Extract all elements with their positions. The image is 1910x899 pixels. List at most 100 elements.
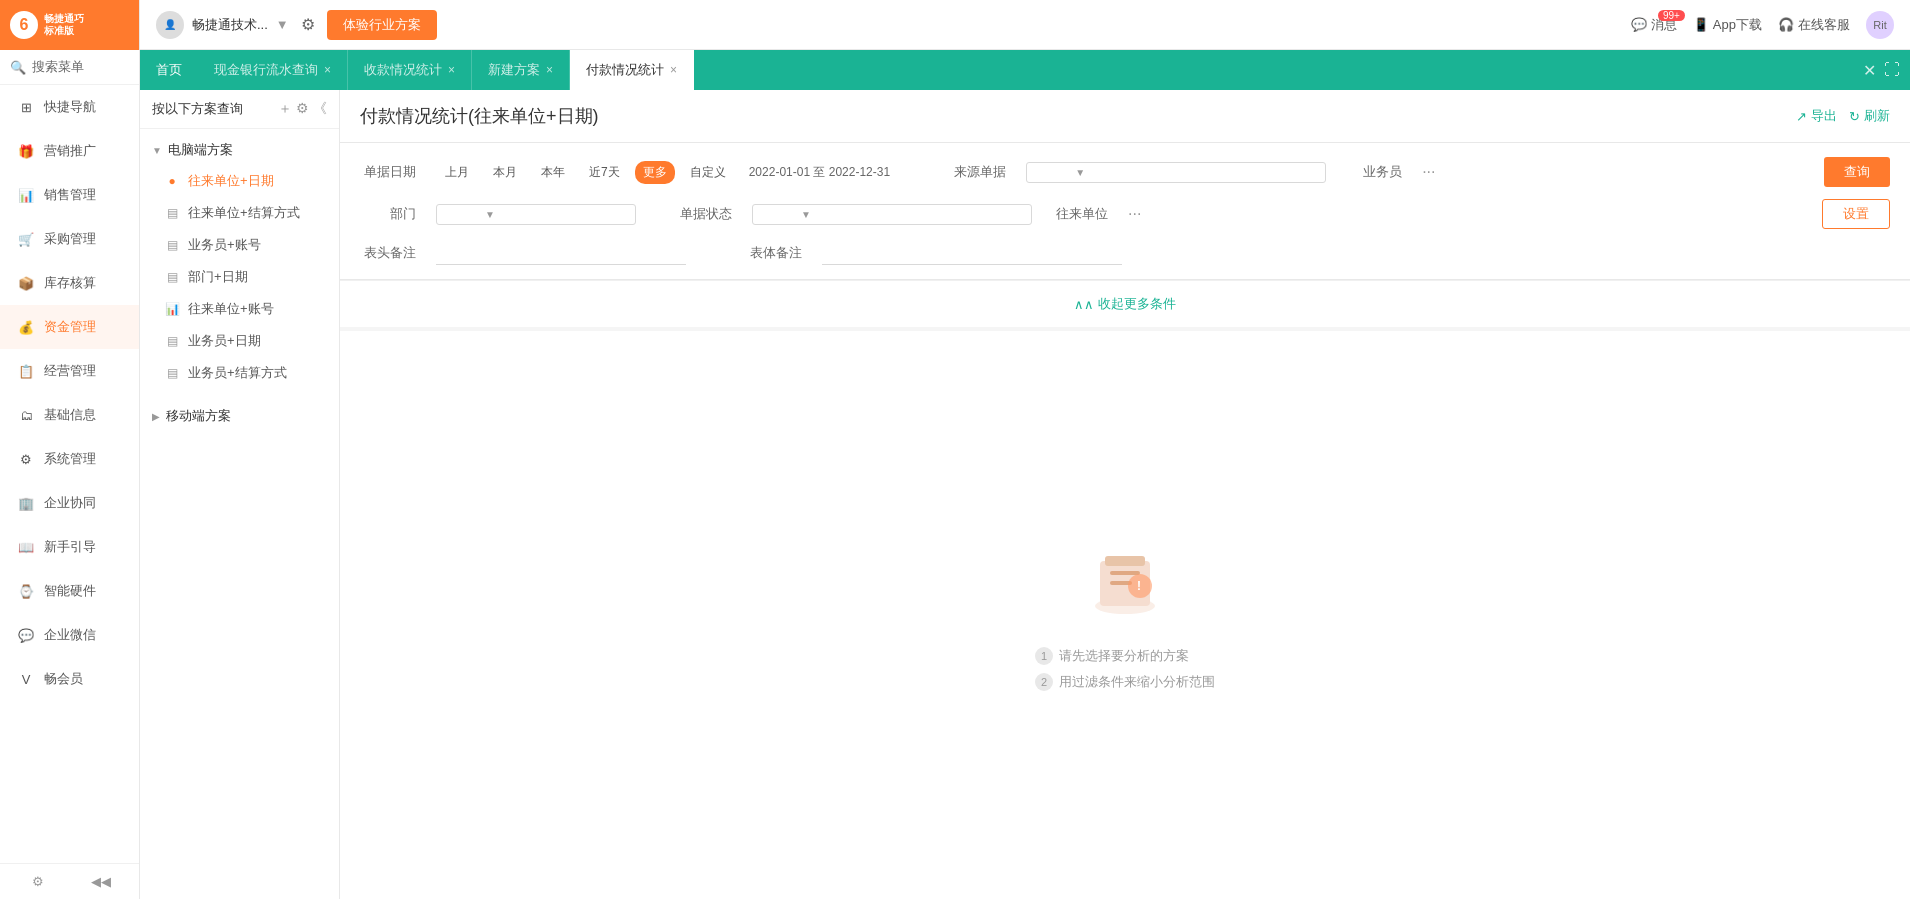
date-btn-more[interactable]: 更多 <box>635 161 675 184</box>
online-service-button[interactable]: 🎧 在线客服 <box>1778 16 1850 34</box>
salesman-more-icon[interactable]: ··· <box>1422 163 1435 181</box>
date-btn-this-year[interactable]: 本年 <box>532 160 574 185</box>
sidebar-item-sales[interactable]: 📊 销售管理 <box>0 173 139 217</box>
export-button[interactable]: ↗ 导出 <box>1796 107 1837 125</box>
scheme-panel-actions: ＋ ⚙ 《 <box>278 100 327 118</box>
top-header: 👤 畅捷通技术... ▼ ⚙ 体验行业方案 💬 消息 99+ 📱 App下载 🎧… <box>140 0 1910 50</box>
scheme-item-salesman-date[interactable]: ▤ 业务员+日期 <box>140 325 339 357</box>
enterprise-icon: 🏢 <box>16 493 36 513</box>
query-button[interactable]: 查询 <box>1824 157 1890 187</box>
refresh-button[interactable]: ↻ 刷新 <box>1849 107 1890 125</box>
expand-icon: ▶ <box>152 411 160 422</box>
sidebar-item-hardware[interactable]: ⌚ 智能硬件 <box>0 569 139 613</box>
scheme-item-partner-settle[interactable]: ▤ 往来单位+结算方式 <box>140 197 339 229</box>
scheme-item-salesman-settle[interactable]: ▤ 业务员+结算方式 <box>140 357 339 389</box>
filter-row-1: 单据日期 上月 本月 本年 近7天 更多 自定义 2022-01-01 至 20… <box>360 157 1890 187</box>
hint-num-1: 1 <box>1035 647 1053 665</box>
date-options: 上月 本月 本年 近7天 更多 自定义 2022-01-01 至 2022-12… <box>436 160 890 185</box>
source-dropdown-icon: ▼ <box>1075 167 1085 178</box>
table-body-input[interactable] <box>822 241 1122 265</box>
scheme-group-mobile-header[interactable]: ▶ 移动端方案 <box>140 401 339 431</box>
refresh-icon: ↻ <box>1849 109 1860 124</box>
tab-close-icon[interactable]: × <box>324 63 331 77</box>
sidebar-item-quick-nav[interactable]: ⊞ 快捷导航 <box>0 85 139 129</box>
sidebar-bottom: ⚙ ◀◀ <box>0 863 139 899</box>
sidebar-item-finance[interactable]: 💰 资金管理 <box>0 305 139 349</box>
sidebar-item-operation[interactable]: 📋 经营管理 <box>0 349 139 393</box>
sidebar-item-inventory[interactable]: 📦 库存核算 <box>0 261 139 305</box>
tab-close-icon[interactable]: × <box>546 63 553 77</box>
chevron-up-icon: ∧∧ <box>1074 297 1094 312</box>
scheme-item-partner-date[interactable]: ● 往来单位+日期 <box>140 165 339 197</box>
dept-select[interactable]: ▼ <box>436 204 636 225</box>
filter-row-2: 部门 ▼ 单据状态 ▼ 往来单位 ··· <box>360 199 1890 229</box>
scheme-panel-title: 按以下方案查询 <box>152 100 243 118</box>
company-name: 畅捷通技术... <box>192 16 268 34</box>
hardware-icon: ⌚ <box>16 581 36 601</box>
date-btn-7days[interactable]: 近7天 <box>580 160 629 185</box>
guide-icon: 📖 <box>16 537 36 557</box>
tab-receipt-stats[interactable]: 收款情况统计 × <box>348 50 472 90</box>
active-scheme-icon: ● <box>164 173 180 189</box>
tab-payment-stats[interactable]: 付款情况统计 × <box>570 50 694 90</box>
add-scheme-icon[interactable]: ＋ <box>278 100 292 118</box>
scheme-group-desktop-header[interactable]: ▼ 电脑端方案 <box>140 135 339 165</box>
sidebar-item-guide[interactable]: 📖 新手引导 <box>0 525 139 569</box>
tab-new-scheme[interactable]: 新建方案 × <box>472 50 570 90</box>
table-head-label: 表头备注 <box>360 244 416 262</box>
sidebar-item-system[interactable]: ⚙ 系统管理 <box>0 437 139 481</box>
scheme-item-dept-date[interactable]: ▤ 部门+日期 <box>140 261 339 293</box>
inventory-icon: 📦 <box>16 273 36 293</box>
table-icon: ▤ <box>164 269 180 285</box>
user-avatar-button[interactable]: Rit <box>1866 11 1894 39</box>
table-icon: ▤ <box>164 205 180 221</box>
tab-close-icon[interactable]: × <box>670 63 677 77</box>
search-menu[interactable]: 🔍 搜索菜单 <box>0 50 139 85</box>
source-select[interactable]: ▼ <box>1026 162 1326 183</box>
scheme-panel-header: 按以下方案查询 ＋ ⚙ 《 <box>140 90 339 129</box>
status-dropdown-icon: ▼ <box>801 209 811 220</box>
trial-button[interactable]: 体验行业方案 <box>327 10 437 40</box>
sidebar-nav: ⊞ 快捷导航 🎁 营销推广 📊 销售管理 🛒 采购管理 📦 库存核算 💰 资金管… <box>0 85 139 863</box>
tab-cash-flow[interactable]: 现金银行流水查询 × <box>198 50 348 90</box>
sidebar-item-marketing[interactable]: 🎁 营销推广 <box>0 129 139 173</box>
tab-home[interactable]: 首页 <box>140 50 198 90</box>
scheme-item-salesman-account[interactable]: ▤ 业务员+账号 <box>140 229 339 261</box>
tab-close-icon[interactable]: × <box>448 63 455 77</box>
close-all-icon[interactable]: ✕ <box>1863 61 1876 80</box>
sidebar-item-purchase[interactable]: 🛒 采购管理 <box>0 217 139 261</box>
app-download-button[interactable]: 📱 App下载 <box>1693 16 1762 34</box>
scheme-item-partner-account[interactable]: 📊 往来单位+账号 <box>140 293 339 325</box>
date-btn-last-month[interactable]: 上月 <box>436 160 478 185</box>
wechat-icon: 💬 <box>16 625 36 645</box>
user-info: 👤 畅捷通技术... ▼ <box>156 11 289 39</box>
main-content: 👤 畅捷通技术... ▼ ⚙ 体验行业方案 💬 消息 99+ 📱 App下载 🎧… <box>140 0 1910 899</box>
table-head-input[interactable] <box>436 241 686 265</box>
messages-button[interactable]: 💬 消息 99+ <box>1631 16 1677 34</box>
date-btn-custom[interactable]: 自定义 <box>681 160 735 185</box>
sidebar-item-wechat[interactable]: 💬 企业微信 <box>0 613 139 657</box>
collapse-scheme-icon[interactable]: 《 <box>313 100 327 118</box>
sidebar-item-member[interactable]: V 畅会员 <box>0 657 139 701</box>
gear-icon[interactable]: ⚙ <box>301 15 315 34</box>
table-icon: ▤ <box>164 237 180 253</box>
setting-button[interactable]: 设置 <box>1822 199 1890 229</box>
sidebar-settings-btn[interactable]: ⚙ <box>10 874 66 889</box>
collapse-conditions-button[interactable]: ∧∧ 收起更多条件 <box>1074 289 1176 319</box>
svg-rect-2 <box>1105 556 1145 566</box>
sidebar-logo: 6 畅捷通巧 标准版 <box>0 0 139 50</box>
partner-more-icon[interactable]: ··· <box>1128 205 1141 223</box>
sidebar-collapse-btn[interactable]: ◀◀ <box>74 874 130 889</box>
settings-scheme-icon[interactable]: ⚙ <box>296 100 309 118</box>
tab-bar: 首页 现金银行流水查询 × 收款情况统计 × 新建方案 × 付款情况统计 × ✕… <box>140 50 1910 90</box>
system-icon: ⚙ <box>16 449 36 469</box>
date-btn-this-month[interactable]: 本月 <box>484 160 526 185</box>
sidebar-item-enterprise[interactable]: 🏢 企业协同 <box>0 481 139 525</box>
maximize-icon[interactable]: ⛶ <box>1884 61 1900 79</box>
quick-nav-icon: ⊞ <box>16 97 36 117</box>
sidebar-item-basic-info[interactable]: 🗂 基础信息 <box>0 393 139 437</box>
sidebar: 6 畅捷通巧 标准版 🔍 搜索菜单 ⊞ 快捷导航 🎁 营销推广 📊 销售管理 🛒… <box>0 0 140 899</box>
page-header: 付款情况统计(往来单位+日期) ↗ 导出 ↻ 刷新 <box>340 90 1910 143</box>
status-select[interactable]: ▼ <box>752 204 1032 225</box>
operation-icon: 📋 <box>16 361 36 381</box>
